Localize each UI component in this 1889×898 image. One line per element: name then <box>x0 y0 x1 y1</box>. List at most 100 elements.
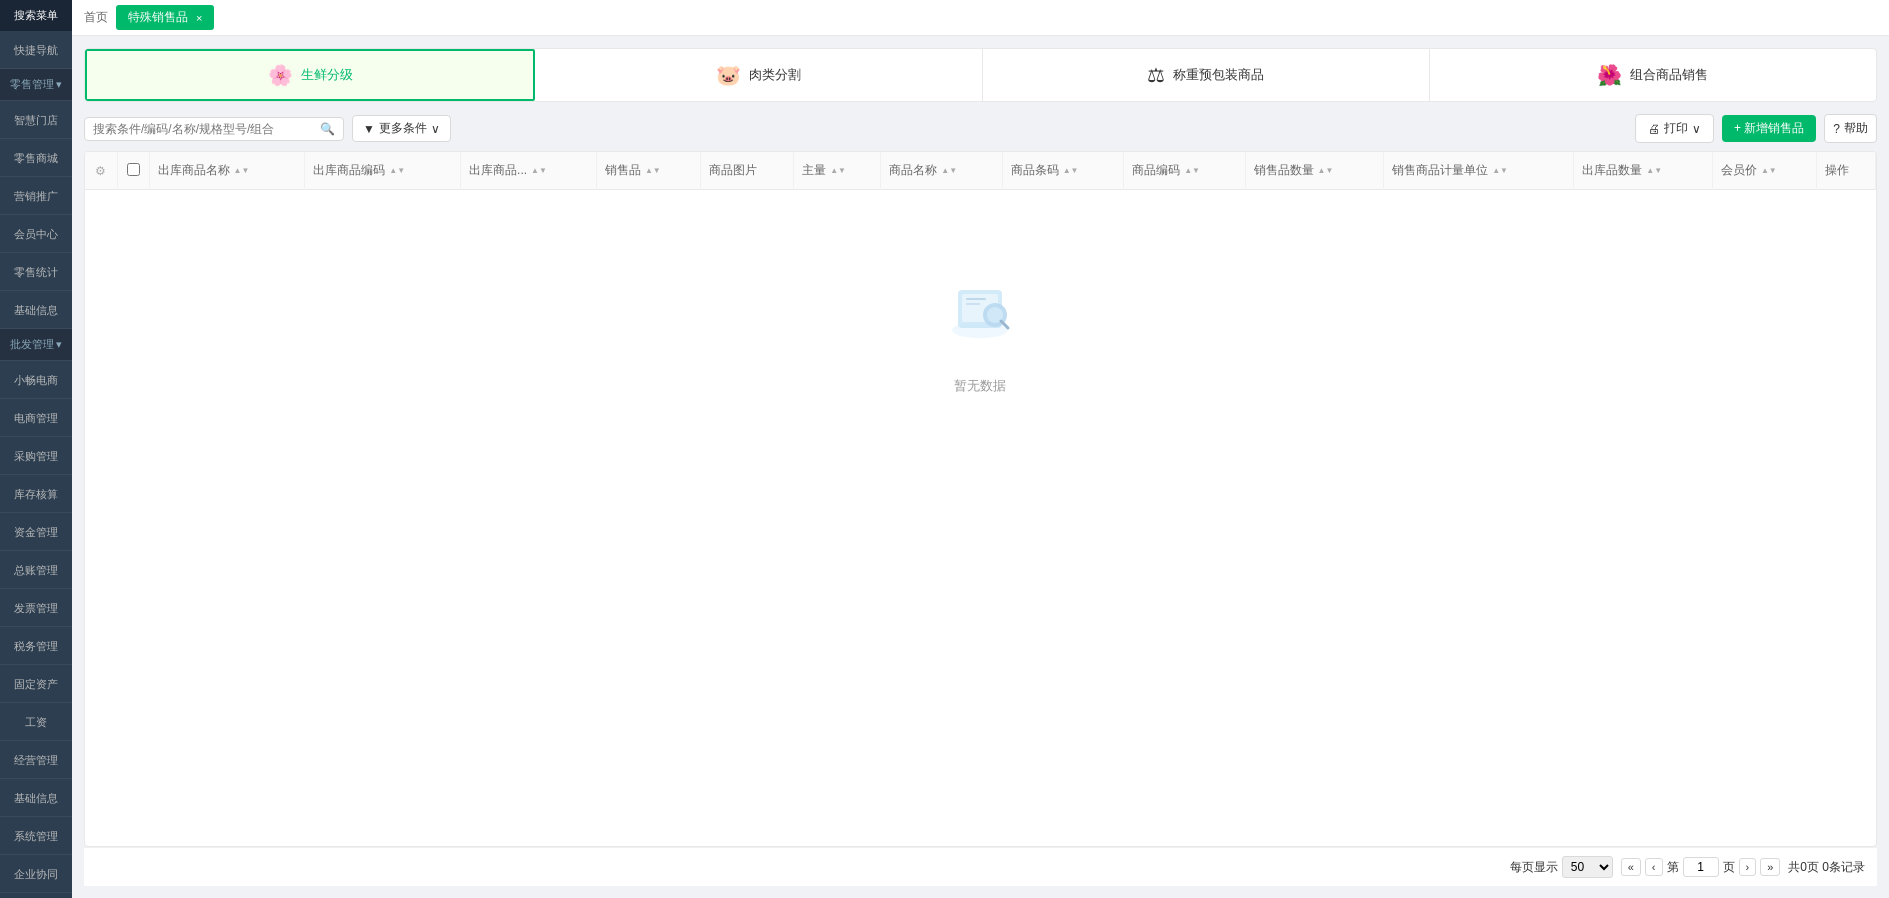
th-sale-item[interactable]: 销售品 ▲▼ <box>596 152 700 190</box>
combo-sale-icon: 🌺 <box>1597 63 1622 87</box>
topbar: 首页 特殊销售品 × <box>72 0 1889 36</box>
sidebar-item-sys-mgmt[interactable]: 系统管理 <box>0 817 72 855</box>
sidebar-logo[interactable]: 搜索菜单 <box>0 0 72 31</box>
th-member-price-label: 会员价 <box>1721 162 1757 179</box>
page-number-input[interactable] <box>1683 857 1719 877</box>
sort-arrows-sale-unit[interactable]: ▲▼ <box>1492 166 1508 175</box>
sidebar-item-retail-mall[interactable]: 零售商城 <box>0 139 72 177</box>
th-sale-qty[interactable]: 销售品数量 ▲▼ <box>1245 152 1384 190</box>
sidebar-item-retail-stats[interactable]: 零售统计 <box>0 253 72 291</box>
page-next-button[interactable]: › <box>1739 858 1757 876</box>
topbar-tab-close[interactable]: × <box>196 12 202 24</box>
content-area: 🌸 生鲜分级 🐷 肉类分割 ⚖ 称重预包装商品 🌺 组合商品销售 🔍 <box>72 36 1889 898</box>
pagination: 每页显示 50 10 20 100 « ‹ 第 页 › » 共0页 <box>84 847 1877 886</box>
print-button[interactable]: 🖨 打印 ∨ <box>1635 114 1714 143</box>
topbar-active-tab[interactable]: 特殊销售品 × <box>116 5 214 30</box>
sidebar-item-general-ledger[interactable]: 总账管理 <box>0 551 72 589</box>
table-body: 暂无数据 <box>85 190 1876 476</box>
per-page-select[interactable]: 50 10 20 100 <box>1562 856 1613 878</box>
th-weight[interactable]: 主量 ▲▼ <box>794 152 881 190</box>
sidebar-item-retail-mgmt[interactable]: 零售管理 ▾ <box>0 69 72 101</box>
sort-arrows-sale-item[interactable]: ▲▼ <box>645 166 661 175</box>
sidebar-item-inventory[interactable]: 库存核算 <box>0 475 72 513</box>
topbar-tab-label: 特殊销售品 <box>128 9 188 26</box>
sidebar-item-wages[interactable]: 工资 <box>0 703 72 741</box>
help-label: 帮助 <box>1844 120 1868 137</box>
sidebar-item-newbie-guide[interactable]: 新手引导 <box>0 893 72 898</box>
sidebar-item-corp-agreement[interactable]: 企业协同 <box>0 855 72 893</box>
main-area: 首页 特殊销售品 × 🌸 生鲜分级 🐷 肉类分割 ⚖ 称重预包装商品 🌺 组合商… <box>72 0 1889 898</box>
topbar-home[interactable]: 首页 <box>84 9 108 26</box>
th-action-label: 操作 <box>1825 163 1849 177</box>
select-all-checkbox[interactable] <box>127 163 140 176</box>
category-tab-scale-prepack[interactable]: ⚖ 称重预包装商品 <box>983 49 1430 101</box>
th-product-code[interactable]: 商品编码 ▲▼ <box>1124 152 1245 190</box>
sidebar-item-invoice-mgmt[interactable]: 发票管理 <box>0 589 72 627</box>
filter-button[interactable]: ▼ 更多条件 ∨ <box>352 115 451 142</box>
page-prev-button[interactable]: ‹ <box>1645 858 1663 876</box>
th-action: 操作 <box>1817 152 1876 190</box>
category-tab-meat-cut[interactable]: 🐷 肉类分割 <box>535 49 982 101</box>
pagination-nav: « ‹ 第 页 › » <box>1621 857 1781 877</box>
sort-arrows-outlet-more[interactable]: ▲▼ <box>531 166 547 175</box>
th-member-price[interactable]: 会员价 ▲▼ <box>1712 152 1816 190</box>
sidebar: 搜索菜单 快捷导航 零售管理 ▾ 智慧门店 零售商城 营销推广 会员中心 零售统… <box>0 0 72 898</box>
print-label: 打印 <box>1664 120 1688 137</box>
sidebar-item-sales-promo[interactable]: 营销推广 <box>0 177 72 215</box>
sort-arrows-outlet-name[interactable]: ▲▼ <box>234 166 250 175</box>
th-barcode[interactable]: 商品条码 ▲▼ <box>1002 152 1123 190</box>
th-outlet-name[interactable]: 出库商品名称 ▲▼ <box>149 152 305 190</box>
th-outlet-qty[interactable]: 出库品数量 ▲▼ <box>1574 152 1713 190</box>
search-box[interactable]: 🔍 <box>84 117 344 141</box>
meat-cut-icon: 🐷 <box>716 63 741 87</box>
sidebar-item-smart-store[interactable]: 智慧门店 <box>0 101 72 139</box>
svg-rect-5 <box>966 298 986 300</box>
sidebar-item-tax-mgmt[interactable]: 税务管理 <box>0 627 72 665</box>
data-table: ⚙ 出库商品名称 ▲▼ 出库 <box>85 152 1876 475</box>
sidebar-item-basic-info[interactable]: 基础信息 <box>0 291 72 329</box>
sort-arrows-weight[interactable]: ▲▼ <box>830 166 846 175</box>
sidebar-item-purchase-mgmt[interactable]: 采购管理 <box>0 437 72 475</box>
help-button[interactable]: ? 帮助 <box>1824 114 1877 143</box>
th-settings[interactable]: ⚙ <box>85 152 117 190</box>
filter-label: 更多条件 <box>379 120 427 137</box>
sidebar-item-quick-nav[interactable]: 快捷导航 <box>0 31 72 69</box>
sidebar-item-mini-ecom[interactable]: 小畅电商 <box>0 361 72 399</box>
sidebar-item-fixed-assets[interactable]: 固定资产 <box>0 665 72 703</box>
sort-arrows-member-price[interactable]: ▲▼ <box>1761 166 1777 175</box>
sort-arrows-sale-qty[interactable]: ▲▼ <box>1318 166 1334 175</box>
page-last-button[interactable]: » <box>1760 858 1780 876</box>
settings-icon[interactable]: ⚙ <box>95 164 106 178</box>
category-tab-fresh-grade[interactable]: 🌸 生鲜分级 <box>85 49 535 101</box>
sort-arrows-product-name[interactable]: ▲▼ <box>941 166 957 175</box>
sort-arrows-outlet-code[interactable]: ▲▼ <box>389 166 405 175</box>
sidebar-item-finance[interactable]: 资金管理 <box>0 513 72 551</box>
sidebar-item-wholesale-mgmt[interactable]: 批发管理 ▾ <box>0 329 72 361</box>
th-outlet-code[interactable]: 出库商品编码 ▲▼ <box>305 152 461 190</box>
sidebar-item-ecom-mgmt[interactable]: 电商管理 <box>0 399 72 437</box>
sort-arrows-barcode[interactable]: ▲▼ <box>1063 166 1079 175</box>
sort-arrows-outlet-qty[interactable]: ▲▼ <box>1646 166 1662 175</box>
search-icon[interactable]: 🔍 <box>320 122 335 136</box>
add-button[interactable]: + 新增销售品 <box>1722 115 1816 142</box>
sidebar-item-member-center[interactable]: 会员中心 <box>0 215 72 253</box>
th-sale-unit[interactable]: 销售商品计量单位 ▲▼ <box>1384 152 1574 190</box>
th-outlet-more[interactable]: 出库商品... ▲▼ <box>461 152 597 190</box>
th-checkbox[interactable] <box>117 152 149 190</box>
table-header-row: ⚙ 出库商品名称 ▲▼ 出库 <box>85 152 1876 190</box>
sort-arrows-product-code[interactable]: ▲▼ <box>1184 166 1200 175</box>
page-input-area: 第 页 <box>1667 857 1735 877</box>
th-product-code-label: 商品编码 <box>1132 162 1180 179</box>
sidebar-item-ops-mgmt[interactable]: 经营管理 <box>0 741 72 779</box>
table-container[interactable]: ⚙ 出库商品名称 ▲▼ 出库 <box>84 151 1877 847</box>
total-info: 共0页 0条记录 <box>1788 859 1865 876</box>
help-icon: ? <box>1833 122 1840 136</box>
page-first-button[interactable]: « <box>1621 858 1641 876</box>
toolbar-left: 🔍 ▼ 更多条件 ∨ <box>84 115 451 142</box>
page-suffix: 页 <box>1723 859 1735 876</box>
sidebar-item-basic-info2[interactable]: 基础信息 <box>0 779 72 817</box>
filter-chevron-icon: ∨ <box>431 122 440 136</box>
category-tab-combo-sale[interactable]: 🌺 组合商品销售 <box>1430 49 1876 101</box>
search-input[interactable] <box>93 122 316 136</box>
th-product-name[interactable]: 商品名称 ▲▼ <box>881 152 1002 190</box>
